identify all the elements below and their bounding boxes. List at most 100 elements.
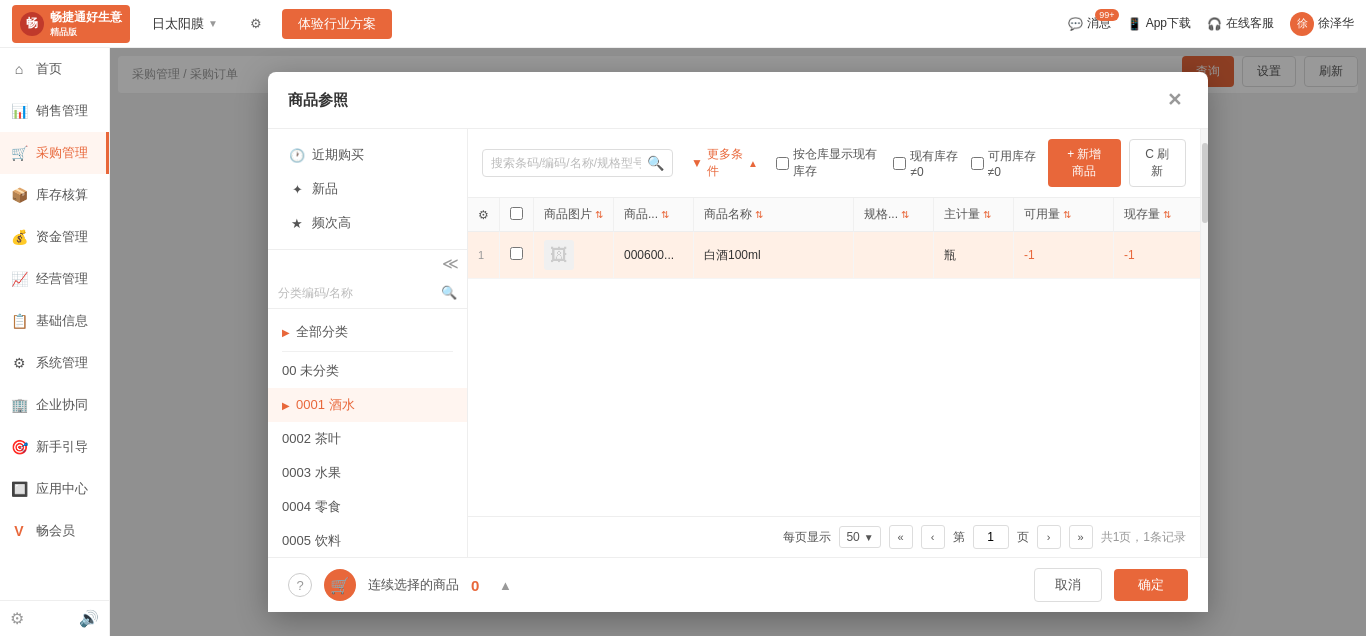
- page-prev-button[interactable]: ‹: [921, 525, 945, 549]
- checkbox-by-warehouse-label[interactable]: 按仓库显示现有库存: [776, 146, 884, 180]
- content-area: 采购管理 / 采购订单 查询 设置 刷新 商品参照 ✕: [110, 48, 1366, 636]
- speaker-icon[interactable]: 🔊: [79, 609, 99, 628]
- row-checkbox-cell[interactable]: [500, 232, 534, 279]
- more-filters-button[interactable]: ▼ 更多条件 ▲: [683, 141, 766, 185]
- sort-image-icon[interactable]: ⇅: [595, 209, 603, 220]
- category-item-0003[interactable]: 0003 水果: [268, 456, 467, 490]
- cancel-button[interactable]: 取消: [1034, 568, 1102, 602]
- row-num-cell: 1: [468, 232, 500, 279]
- th-settings[interactable]: ⚙: [468, 198, 500, 232]
- checkbox-by-warehouse[interactable]: [776, 157, 789, 170]
- page-suffix: 页: [1017, 529, 1029, 546]
- collapse-footer-button[interactable]: ▲: [491, 571, 519, 599]
- table-row[interactable]: 1 🖼 000600... 白酒100ml 瓶: [468, 232, 1200, 279]
- sidebar-item-member[interactable]: V 畅会员: [0, 510, 109, 552]
- message-icon: 💬: [1068, 17, 1083, 31]
- quick-link-new[interactable]: ✦ 新品: [278, 173, 457, 205]
- scrollbar-track[interactable]: [1200, 129, 1208, 557]
- frequent-icon: ★: [288, 214, 306, 232]
- category-item-0002[interactable]: 0002 茶叶: [268, 422, 467, 456]
- category-item-0001[interactable]: ▶ 0001 酒水: [268, 388, 467, 422]
- category-item-00[interactable]: 00 未分类: [268, 354, 467, 388]
- category-item-all[interactable]: ▶ 全部分类: [268, 315, 467, 349]
- sidebar-item-guide[interactable]: 🎯 新手引导: [0, 426, 109, 468]
- mobile-icon: 📱: [1127, 17, 1142, 31]
- sort-unit-icon[interactable]: ⇅: [983, 209, 991, 220]
- page-last-button[interactable]: »: [1069, 525, 1093, 549]
- sidebar-item-inventory[interactable]: 📦 库存核算: [0, 174, 109, 216]
- checkbox-usable-ne0-label[interactable]: 可用库存≠0: [971, 148, 1038, 179]
- per-page-select[interactable]: 50 ▼: [839, 526, 880, 548]
- purchase-icon: 🛒: [10, 144, 28, 162]
- page-number-input[interactable]: [973, 525, 1009, 549]
- sidebar-item-basic[interactable]: 📋 基础信息: [0, 300, 109, 342]
- th-unit-label: 主计量: [944, 206, 980, 223]
- filter-icon: ▼: [691, 156, 703, 170]
- row-unit-cell: 瓶: [934, 232, 1014, 279]
- help-icon[interactable]: ?: [288, 573, 312, 597]
- sort-code-icon[interactable]: ⇅: [661, 209, 669, 220]
- settings-icon[interactable]: ⚙: [240, 8, 272, 40]
- category-search-input[interactable]: [278, 286, 437, 300]
- add-product-button[interactable]: + 新增商品: [1048, 139, 1120, 187]
- nav-selector[interactable]: 日太阳膜 ▼: [140, 9, 230, 39]
- sidebar-item-finance[interactable]: 💰 资金管理: [0, 216, 109, 258]
- th-name: 商品名称 ⇅: [694, 198, 854, 232]
- active-arrow-icon: ▶: [282, 400, 290, 411]
- sidebar-item-purchase[interactable]: 🛒 采购管理: [0, 132, 109, 174]
- sidebar-item-system[interactable]: ⚙ 系统管理: [0, 342, 109, 384]
- cart-badge-area[interactable]: 🛒: [324, 569, 356, 601]
- message-nav-item[interactable]: 💬 消息 99+: [1068, 15, 1111, 32]
- home-icon: ⌂: [10, 60, 28, 78]
- row-checkbox[interactable]: [510, 247, 523, 260]
- sidebar-item-sales[interactable]: 📊 销售管理: [0, 90, 109, 132]
- category-item-0004[interactable]: 0004 零食: [268, 490, 467, 524]
- quick-link-recent[interactable]: 🕐 近期购买: [278, 139, 457, 171]
- per-page-label: 每页显示: [783, 529, 831, 546]
- sort-available-icon[interactable]: ⇅: [1063, 209, 1071, 220]
- left-sidebar: ⌂ 首页 📊 销售管理 🛒 采购管理 📦 库存核算 💰 资金管理 📈 经营管理 …: [0, 48, 110, 636]
- select-all-checkbox[interactable]: [510, 207, 523, 220]
- sort-name-icon[interactable]: ⇅: [755, 209, 763, 220]
- logo: 畅 畅捷通好生意 精品版: [12, 5, 130, 43]
- checkbox-available-ne0-label[interactable]: 现有库存≠0: [893, 148, 960, 179]
- user-profile-nav-item[interactable]: 徐 徐泽华: [1290, 12, 1354, 36]
- dialog-header: 商品参照 ✕: [268, 72, 1208, 129]
- th-checkbox[interactable]: [500, 198, 534, 232]
- quick-link-frequent[interactable]: ★ 频次高: [278, 207, 457, 239]
- row-name-cell: 白酒100ml: [694, 232, 854, 279]
- scrollbar-thumb[interactable]: [1202, 143, 1208, 223]
- sidebar-item-enterprise[interactable]: 🏢 企业协同: [0, 384, 109, 426]
- product-search-input[interactable]: [491, 156, 641, 170]
- sidebar-item-operations[interactable]: 📈 经营管理: [0, 258, 109, 300]
- trial-button[interactable]: 体验行业方案: [282, 9, 392, 39]
- th-image-label: 商品图片: [544, 206, 592, 223]
- footer-left-area: ? 🛒 连续选择的商品 0 ▲: [288, 569, 519, 601]
- sort-stock-icon[interactable]: ⇅: [1163, 209, 1171, 220]
- main-layout: ⌂ 首页 📊 销售管理 🛒 采购管理 📦 库存核算 💰 资金管理 📈 经营管理 …: [0, 48, 1366, 636]
- sort-spec-icon[interactable]: ⇅: [901, 209, 909, 220]
- dialog-close-button[interactable]: ✕: [1160, 86, 1188, 114]
- product-table: ⚙ 商品图片 ⇅: [468, 198, 1200, 279]
- dialog-left-panel: 🕐 近期购买 ✦ 新品 ★ 频次高: [268, 129, 468, 557]
- cart-count: 0: [471, 577, 479, 594]
- checkbox-usable-ne0[interactable]: [971, 157, 984, 170]
- th-name-label: 商品名称: [704, 206, 752, 223]
- page-first-button[interactable]: «: [889, 525, 913, 549]
- collapse-left-icon[interactable]: ≪: [442, 254, 459, 273]
- member-icon: V: [10, 522, 28, 540]
- checkbox-available-ne0[interactable]: [893, 157, 906, 170]
- app-download-nav-item[interactable]: 📱 App下载: [1127, 15, 1191, 32]
- cart-icon: 🛒: [324, 569, 356, 601]
- apps-icon: 🔲: [10, 480, 28, 498]
- online-service-nav-item[interactable]: 🎧 在线客服: [1207, 15, 1274, 32]
- sidebar-item-apps[interactable]: 🔲 应用中心: [0, 468, 109, 510]
- category-item-0005[interactable]: 0005 饮料: [268, 524, 467, 557]
- settings-bottom-icon[interactable]: ⚙: [10, 609, 24, 628]
- refresh-button[interactable]: C 刷新: [1129, 139, 1186, 187]
- confirm-button[interactable]: 确定: [1114, 569, 1188, 601]
- page-next-button[interactable]: ›: [1037, 525, 1061, 549]
- search-icon[interactable]: 🔍: [647, 155, 664, 171]
- category-search-icon[interactable]: 🔍: [441, 285, 457, 300]
- sidebar-item-home[interactable]: ⌂ 首页: [0, 48, 109, 90]
